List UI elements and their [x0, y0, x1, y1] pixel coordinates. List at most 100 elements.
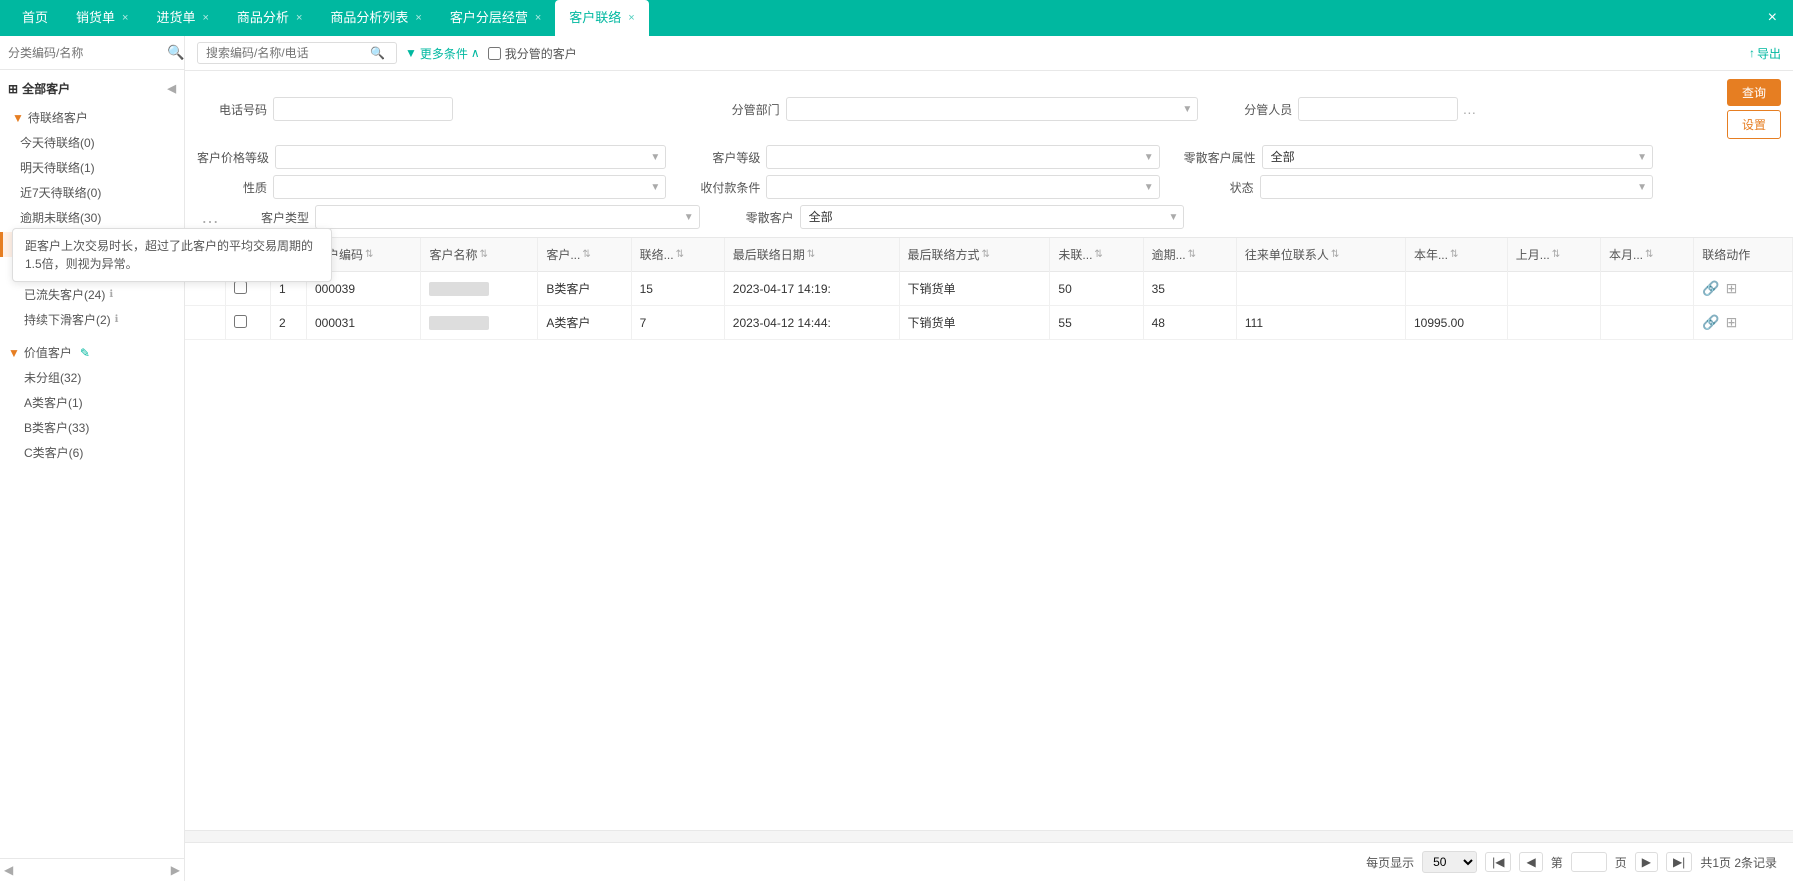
table-row: 1 000039 B类客户 15 2023-04-17 14:19: 下销货单 …	[185, 272, 1793, 306]
search-input[interactable]	[206, 46, 366, 60]
settings-button[interactable]: 设置	[1727, 110, 1781, 139]
sort-icon-overdue[interactable]: ⇅	[1188, 249, 1196, 260]
row4-more-dots[interactable]: …	[197, 207, 223, 228]
sidebar-value-header[interactable]: ▼ 价值客户 ✎	[0, 340, 184, 365]
row1-method-link[interactable]: 下销货单	[908, 282, 956, 296]
sidebar-item-b-class[interactable]: B类客户(33)	[0, 415, 184, 440]
sidebar-item-ungrouped[interactable]: 未分组(32)	[0, 365, 184, 390]
sidebar-item-7days[interactable]: 近7天待联络(0)	[0, 180, 184, 205]
retail-attr-select[interactable]: 全部	[1262, 145, 1653, 169]
sort-icon-year[interactable]: ⇅	[1450, 249, 1458, 260]
page-number-input[interactable]: 1	[1571, 852, 1607, 872]
my-customer-checkbox-area: 我分管的客户	[488, 45, 577, 62]
row2-action-group: 🔗 ⊞	[1702, 314, 1784, 331]
customer-type-field: 客户类型 ▼	[239, 205, 700, 229]
sidebar-left-arrow[interactable]: ◀	[4, 863, 13, 877]
nav-product-analysis[interactable]: 商品分析 ×	[223, 0, 316, 36]
sort-icon-lmonth[interactable]: ⇅	[1552, 249, 1560, 260]
query-button[interactable]: 查询	[1727, 79, 1781, 106]
customer-price-field: 客户价格等级 ▼	[197, 145, 666, 169]
sort-icon-code[interactable]: ⇅	[365, 249, 373, 260]
prev-page-btn[interactable]: ◀	[1519, 852, 1542, 872]
row1-grid-icon[interactable]: ⊞	[1726, 280, 1738, 297]
col-customer-name: 客户名称 ⇅	[421, 238, 538, 272]
manager-input[interactable]	[1298, 97, 1458, 121]
sidebar-item-overdue[interactable]: 逾期未联络(30)	[0, 205, 184, 230]
nav-sales-order-close[interactable]: ×	[122, 0, 128, 36]
next-page-btn[interactable]: ▶	[1635, 852, 1658, 872]
row2-actions: 🔗 ⊞	[1694, 306, 1793, 340]
row1-overdue: 35	[1143, 272, 1236, 306]
customer-level-select[interactable]	[766, 145, 1159, 169]
gender-select[interactable]	[273, 175, 666, 199]
payment-field: 收付款条件 ▼	[690, 175, 1159, 199]
retail-customer-select[interactable]: 全部	[800, 205, 1185, 229]
edit-icon[interactable]: ✎	[80, 346, 90, 360]
nav-customer-tier[interactable]: 客户分层经营 ×	[436, 0, 555, 36]
sort-icon-method[interactable]: ⇅	[982, 249, 990, 260]
first-page-btn[interactable]: |◀	[1485, 852, 1511, 872]
nav-purchase-order-close[interactable]: ×	[202, 0, 208, 36]
row2-method-link[interactable]: 下销货单	[908, 316, 956, 330]
horizontal-scrollbar[interactable]	[185, 830, 1793, 842]
filter-bar: 🔍 ▼ 更多条件 ∧ 我分管的客户 ↑ 导出	[185, 36, 1793, 71]
sidebar-search-input[interactable]	[8, 46, 163, 60]
page-size-select[interactable]: 20 50 100 200	[1422, 851, 1477, 873]
nav-home[interactable]: 首页	[8, 0, 62, 36]
nav-customer-contact[interactable]: 客户联络 ×	[555, 0, 648, 36]
retail-customer-label: 零散客户	[724, 209, 794, 226]
customer-type-select[interactable]	[315, 205, 700, 229]
sidebar-item-tomorrow[interactable]: 明天待联络(1)	[0, 155, 184, 180]
nav-product-analysis-list-close[interactable]: ×	[415, 0, 421, 36]
action-buttons: 查询 设置	[1727, 79, 1781, 139]
sort-icon-date[interactable]: ⇅	[807, 249, 815, 260]
row1-select-checkbox[interactable]	[234, 281, 247, 294]
sidebar-item-declining[interactable]: 持续下滑客户(2) ℹ	[0, 307, 184, 332]
sort-icon-cmonth[interactable]: ⇅	[1645, 249, 1653, 260]
payment-select[interactable]	[766, 175, 1159, 199]
sort-icon-contact[interactable]: ⇅	[676, 249, 684, 260]
page-size-label: 每页显示	[1366, 854, 1414, 871]
nav-customer-tier-close[interactable]: ×	[535, 0, 541, 36]
more-conditions-btn[interactable]: ▼ 更多条件 ∧	[405, 45, 480, 62]
nav-product-analysis-list[interactable]: 商品分析列表 ×	[316, 0, 435, 36]
sidebar-collapse-btn[interactable]: ◀	[168, 82, 176, 95]
nav-purchase-order[interactable]: 进货单 ×	[142, 0, 222, 36]
manager-more-dots[interactable]: …	[1458, 101, 1480, 117]
export-button[interactable]: ↑ 导出	[1749, 45, 1781, 62]
last-page-btn[interactable]: ▶|	[1666, 852, 1692, 872]
my-customer-checkbox[interactable]	[488, 47, 501, 60]
phone-input[interactable]	[273, 97, 453, 121]
sort-icon-type[interactable]: ⇅	[582, 249, 590, 260]
status-label: 状态	[1184, 179, 1254, 196]
window-close-button[interactable]: ×	[1760, 9, 1785, 27]
table-area: ⚙ 客户编码 ⇅	[185, 238, 1793, 830]
sidebar-item-a-class[interactable]: A类客户(1)	[0, 390, 184, 415]
row2-link-icon[interactable]: 🔗	[1702, 314, 1719, 331]
row2-select-checkbox[interactable]	[234, 315, 247, 328]
sidebar-pending-header[interactable]: ▼ 待联络客户	[0, 105, 184, 130]
status-select-wrap: ▼	[1260, 175, 1653, 199]
sort-icon-unit[interactable]: ⇅	[1331, 249, 1339, 260]
nav-sales-order[interactable]: 销货单 ×	[62, 0, 142, 36]
dept-select[interactable]	[786, 97, 1199, 121]
nav-product-analysis-close[interactable]: ×	[296, 0, 302, 36]
row2-grid-icon[interactable]: ⊞	[1726, 314, 1738, 331]
sidebar-right-arrow[interactable]: ▶	[171, 863, 180, 877]
customer-price-select[interactable]	[275, 145, 666, 169]
sidebar-item-today[interactable]: 今天待联络(0)	[0, 130, 184, 155]
sidebar-item-lost[interactable]: 已流失客户(24) ℹ	[0, 282, 184, 307]
table-header-row: ⚙ 客户编码 ⇅	[185, 238, 1793, 272]
sort-icon-not-contacted[interactable]: ⇅	[1094, 249, 1102, 260]
row1-link-icon[interactable]: 🔗	[1702, 280, 1719, 297]
sidebar-all-customers[interactable]: ⊞ 全部客户 ◀	[0, 74, 184, 103]
sort-icon-name[interactable]: ⇅	[479, 249, 487, 260]
status-select[interactable]	[1260, 175, 1653, 199]
filter-search-icon[interactable]: 🔍	[370, 46, 385, 60]
sidebar-search-icon[interactable]: 🔍	[167, 44, 184, 61]
col-contact-count: 联络... ⇅	[631, 238, 724, 272]
nav-customer-contact-close[interactable]: ×	[628, 0, 634, 36]
row2-last-month	[1507, 306, 1600, 340]
row2-overdue: 48	[1143, 306, 1236, 340]
sidebar-item-c-class[interactable]: C类客户(6)	[0, 440, 184, 465]
